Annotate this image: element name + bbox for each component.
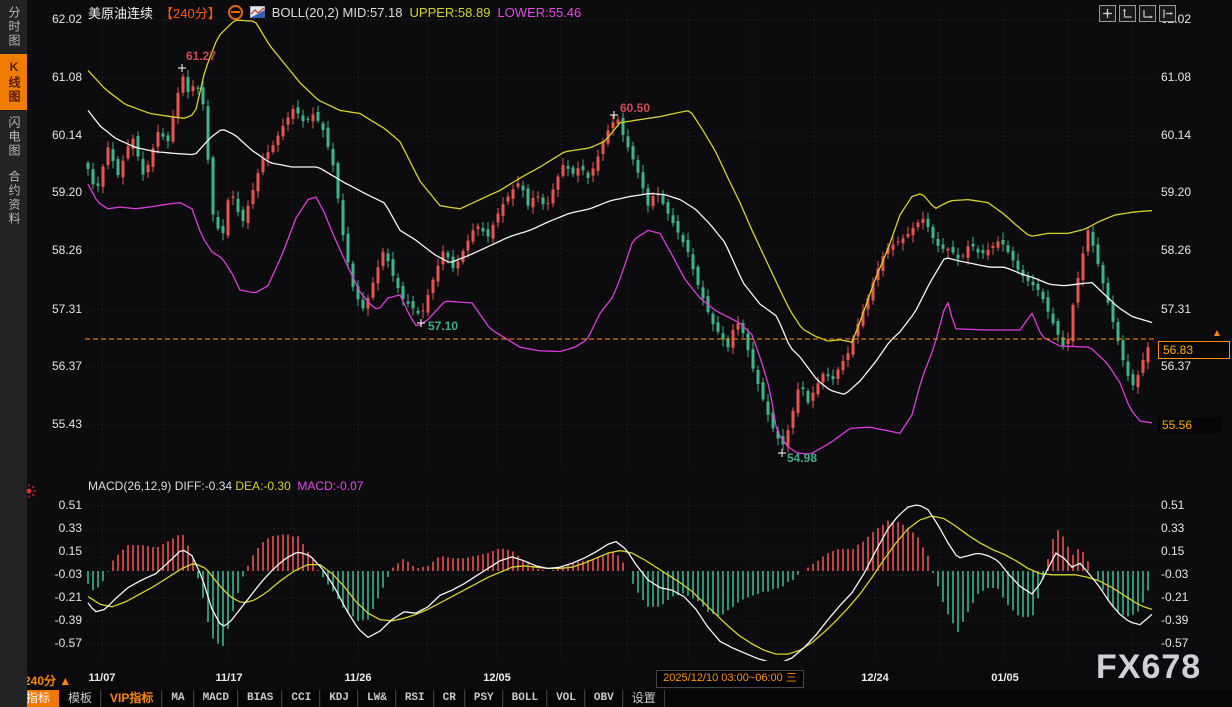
axis-label: 61.08	[34, 70, 82, 84]
chart-header: 美原油连续 【240分】 BOLL(20,2) MID:57.18 UPPER:…	[88, 3, 581, 21]
date-label: 12/05	[483, 672, 511, 684]
axis-label: -0.39	[34, 613, 82, 627]
minus-circle-icon[interactable]	[228, 5, 243, 20]
toolbar-button-RSI[interactable]: RSI	[396, 690, 434, 707]
toolbar-button-MA[interactable]: MA	[162, 690, 193, 707]
toolbar-button-OBV[interactable]: OBV	[585, 690, 623, 707]
current-price-marker: 56.83	[1158, 341, 1230, 359]
boll-lower-value: LOWER:55.46	[497, 5, 581, 20]
x-axis-scale-icon	[1142, 8, 1153, 19]
axis-label: 59.20	[1161, 185, 1191, 199]
period-selector[interactable]: 240分 ▲	[24, 672, 71, 689]
sidebar-tab-2[interactable]: 闪电图	[0, 110, 27, 164]
macd-value: MACD:-0.07	[297, 479, 363, 493]
shift-right-icon-button[interactable]	[1159, 5, 1176, 22]
boll-upper-value: UPPER:58.89	[410, 5, 491, 20]
axis-label: -0.03	[1161, 567, 1188, 581]
high-low-cross-icon	[778, 449, 786, 457]
axis-label: -0.57	[34, 636, 82, 650]
price-annotation: 61.27	[186, 49, 216, 63]
axis-label: 59.20	[34, 185, 82, 199]
watermark: FX678	[1096, 648, 1201, 687]
axis-label: 62.02	[34, 12, 82, 26]
axis-label: 60.14	[34, 128, 82, 142]
window-controls	[1099, 5, 1176, 22]
sidebar-tab-3[interactable]: 合约资料	[0, 164, 27, 232]
high-low-cross-icon	[610, 111, 618, 119]
axis-label: 60.14	[1161, 128, 1191, 142]
toolbar-button-LW&[interactable]: LW&	[358, 690, 396, 707]
sidebar-tab-1[interactable]: K线图	[0, 54, 27, 110]
axis-label: 58.26	[1161, 243, 1191, 257]
toolbar-button-BOLL[interactable]: BOLL	[503, 690, 547, 707]
toolbar-button-模板[interactable]: 模板	[59, 690, 101, 707]
toolbar-button-KDJ[interactable]: KDJ	[320, 690, 358, 707]
shift-right-icon	[1162, 8, 1173, 19]
axis-label: 61.08	[1161, 70, 1191, 84]
x-axis-scale-icon-button[interactable]	[1139, 5, 1156, 22]
toolbar-button-PSY[interactable]: PSY	[465, 690, 503, 707]
toolbar-button-VIP指标[interactable]: VIP指标	[101, 690, 162, 707]
high-low-cross-icon	[417, 319, 425, 327]
axis-label: 56.37	[1161, 359, 1191, 373]
price-up-arrow-icon: ▲	[1212, 328, 1222, 339]
sidebar-tab-0[interactable]: 分时图	[0, 0, 27, 54]
symbol-title: 美原油连续	[88, 3, 153, 22]
toolbar-button-VOL[interactable]: VOL	[547, 690, 585, 707]
axis-label: 57.31	[1161, 302, 1191, 316]
date-label: 11/07	[89, 672, 116, 684]
date-label: 11/26	[345, 672, 372, 684]
toolbar-button-BIAS[interactable]: BIAS	[238, 690, 282, 707]
macd-params: MACD(26,12,9) DIFF:-0.34	[88, 479, 232, 493]
boll-label: BOLL(20,2) MID:57.18	[272, 5, 403, 20]
app-window: 分时图K线图闪电图合约资料 美原油连续 【240分】 BOLL(20,2) MI…	[0, 0, 1232, 707]
axis-label: 0.33	[1161, 521, 1184, 535]
axis-label: 57.31	[34, 302, 82, 316]
chart-canvas[interactable]	[0, 0, 1232, 707]
toolbar-button-CCI[interactable]: CCI	[282, 690, 320, 707]
price-annotation: 60.50	[620, 101, 650, 115]
axis-label: 0.51	[1161, 498, 1184, 512]
sidebar: 分时图K线图闪电图合约资料	[0, 0, 27, 707]
y-axis-scale-icon-button[interactable]	[1119, 5, 1136, 22]
date-label: 12/24	[861, 672, 889, 684]
axis-label: 58.26	[34, 243, 82, 257]
axis-label: -0.21	[34, 590, 82, 604]
y-axis-scale-icon	[1122, 8, 1133, 19]
high-low-cross-icon	[178, 64, 186, 72]
macd-layer	[88, 505, 1152, 663]
axis-label: 0.51	[34, 498, 82, 512]
lower-band-marker: 55.56	[1158, 417, 1222, 433]
chart-thumb-icon[interactable]	[250, 6, 265, 18]
date-axis: 2025/12/10 03:00~06:00 三 11/07 11/17 11/26…	[0, 668, 1232, 690]
toolbar-button-设置[interactable]: 设置	[623, 690, 665, 707]
selected-candle-date: 2025/12/10 03:00~06:00 三	[656, 670, 804, 688]
axis-label: -0.39	[1161, 613, 1188, 627]
axis-label: -0.03	[34, 567, 82, 581]
axis-label: 0.33	[34, 521, 82, 535]
axis-label: -0.21	[1161, 590, 1188, 604]
date-label: 01/05	[991, 672, 1019, 684]
boll-layer	[88, 20, 1152, 454]
period-tag[interactable]: 【240分】	[160, 3, 221, 22]
axis-label: 0.15	[1161, 544, 1184, 558]
candles-layer	[87, 70, 1150, 452]
toolbar-button-CR[interactable]: CR	[434, 690, 465, 707]
price-annotation: 54.98	[787, 451, 817, 465]
axis-label: 55.43	[34, 417, 82, 431]
pan-icon	[1102, 8, 1113, 19]
date-label: 11/17	[216, 672, 243, 684]
indicator-toolbar: 指标模板VIP指标MAMACDBIASCCIKDJLW&RSICRPSYBOLL…	[0, 690, 1232, 707]
price-annotation: 57.10	[428, 319, 458, 333]
axis-label: 0.15	[34, 544, 82, 558]
macd-dea-value: DEA:-0.30	[235, 479, 290, 493]
macd-header: MACD(26,12,9) DIFF:-0.34 DEA:-0.30 MACD:…	[88, 479, 363, 493]
axis-label: 56.37	[34, 359, 82, 373]
toolbar-button-MACD[interactable]: MACD	[194, 690, 238, 707]
pan-icon-button[interactable]	[1099, 5, 1116, 22]
